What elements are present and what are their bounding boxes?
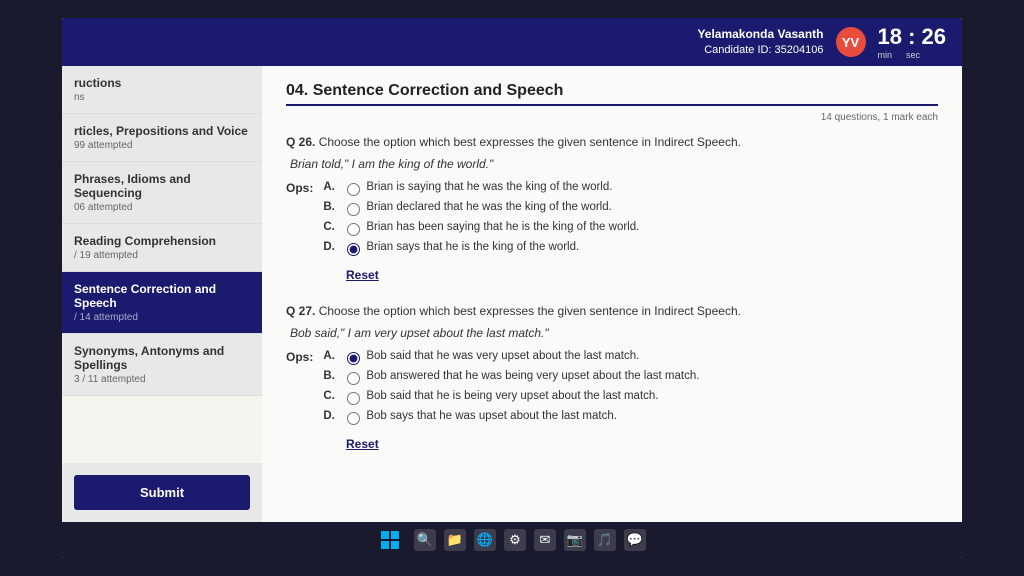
sidebar-item-meta: 06 attempted <box>74 202 250 213</box>
sidebar-item-articles[interactable]: rticles, Prepositions and Voice 99 attem… <box>62 114 262 162</box>
question-27-header: Q 27. Choose the option which best expre… <box>286 304 938 318</box>
mail-icon[interactable]: ✉ <box>534 529 556 551</box>
timer: 18 : 26 min sec <box>878 24 947 60</box>
sec-label: sec <box>906 50 920 60</box>
sidebar-item-title: ructions <box>74 76 250 90</box>
candidate-id: Candidate ID: 35204106 <box>697 43 823 58</box>
ops-row-27: Ops: A. Bob said that he was very upset … <box>286 350 938 425</box>
sidebar-wrapper: ructions ns rticles, Prepositions and Vo… <box>62 66 262 522</box>
option-27-a: A. Bob said that he was very upset about… <box>323 350 699 365</box>
timer-labels: min sec <box>878 50 947 60</box>
option-26-c-text: Brian has been saying that he is the kin… <box>366 221 639 233</box>
timer-display: 18 : 26 <box>878 24 947 50</box>
sidebar-item-meta: ns <box>74 92 250 103</box>
reset-button-27[interactable]: Reset <box>346 437 379 451</box>
sidebar-item-synonyms[interactable]: Synonyms, Antonyms and Spellings 3 / 11 … <box>62 334 262 396</box>
browser-icon[interactable]: 🌐 <box>474 529 496 551</box>
options-26: A. Brian is saying that he was the king … <box>323 181 639 256</box>
sidebar-item-meta: 3 / 11 attempted <box>74 374 250 385</box>
option-26-a-radio[interactable] <box>347 183 360 196</box>
option-27-b-radio[interactable] <box>347 372 360 385</box>
sidebar-item-title: rticles, Prepositions and Voice <box>74 124 250 138</box>
main-content: ructions ns rticles, Prepositions and Vo… <box>62 66 962 522</box>
windows-logo-icon[interactable] <box>378 528 402 552</box>
min-label: min <box>878 50 893 60</box>
option-letter: D. <box>323 241 341 253</box>
option-27-d-radio[interactable] <box>347 412 360 425</box>
section-title: 04. Sentence Correction and Speech <box>286 82 938 106</box>
user-name: Yelamakonda Vasanth <box>697 26 823 43</box>
question-26-header: Q 26. Choose the option which best expre… <box>286 135 938 149</box>
option-letter: B. <box>323 370 341 382</box>
top-bar: Yelamakonda Vasanth Candidate ID: 352041… <box>62 18 962 66</box>
ops-label-27: Ops: <box>286 350 313 364</box>
option-26-a-text: Brian is saying that he was the king of … <box>366 181 612 193</box>
ops-label-26: Ops: <box>286 181 313 195</box>
question-27-instruction: Choose the option which best expresses t… <box>319 304 741 318</box>
option-26-b-text: Brian declared that he was the king of t… <box>366 201 611 213</box>
option-27-b-text: Bob answered that he was being very upse… <box>366 370 699 382</box>
option-26-c-radio[interactable] <box>347 223 360 236</box>
content-area: 04. Sentence Correction and Speech 14 qu… <box>262 66 962 522</box>
option-letter: C. <box>323 390 341 402</box>
option-27-d-text: Bob says that he was upset about the las… <box>366 410 617 422</box>
sidebar-item-title: Phrases, Idioms and Sequencing <box>74 172 250 200</box>
section-meta: 14 questions, 1 mark each <box>286 112 938 123</box>
option-26-d-text: Brian says that he is the king of the wo… <box>366 241 579 253</box>
sidebar-item-title: Reading Comprehension <box>74 234 250 248</box>
question-27-number: Q 27. <box>286 304 315 318</box>
app-icon-3[interactable]: 💬 <box>624 529 646 551</box>
user-info: Yelamakonda Vasanth Candidate ID: 352041… <box>697 26 823 58</box>
settings-icon[interactable]: ⚙ <box>504 529 526 551</box>
option-letter: A. <box>323 350 341 362</box>
option-26-d-radio[interactable] <box>347 243 360 256</box>
sidebar-item-meta: / 14 attempted <box>74 312 250 323</box>
sidebar-item-phrases[interactable]: Phrases, Idioms and Sequencing 06 attemp… <box>62 162 262 224</box>
option-26-d: D. Brian says that he is the king of the… <box>323 241 639 256</box>
app-icon-1[interactable]: 📷 <box>564 529 586 551</box>
sidebar-item-title: Synonyms, Antonyms and Spellings <box>74 344 250 372</box>
option-letter: C. <box>323 221 341 233</box>
sidebar-item-instructions[interactable]: ructions ns <box>62 66 262 114</box>
app-icon-2[interactable]: 🎵 <box>594 529 616 551</box>
option-27-a-text: Bob said that he was very upset about th… <box>366 350 639 362</box>
question-26-instruction: Choose the option which best expresses t… <box>319 135 741 149</box>
sidebar: ructions ns rticles, Prepositions and Vo… <box>62 66 262 396</box>
submit-btn-container: Submit <box>62 463 262 522</box>
option-27-c-radio[interactable] <box>347 392 360 405</box>
option-26-a: A. Brian is saying that he was the king … <box>323 181 639 196</box>
option-letter: D. <box>323 410 341 422</box>
sidebar-item-meta: / 19 attempted <box>74 250 250 261</box>
search-icon[interactable]: 🔍 <box>414 529 436 551</box>
option-27-c-text: Bob said that he is being very upset abo… <box>366 390 658 402</box>
option-27-a-radio[interactable] <box>347 352 360 365</box>
sidebar-item-title: Sentence Correction and Speech <box>74 282 250 310</box>
sidebar-item-reading[interactable]: Reading Comprehension / 19 attempted <box>62 224 262 272</box>
file-manager-icon[interactable]: 📁 <box>444 529 466 551</box>
option-26-b: B. Brian declared that he was the king o… <box>323 201 639 216</box>
question-26: Q 26. Choose the option which best expre… <box>286 135 938 284</box>
reset-button-26[interactable]: Reset <box>346 268 379 282</box>
option-27-b: B. Bob answered that he was being very u… <box>323 370 699 385</box>
option-26-c: C. Brian has been saying that he is the … <box>323 221 639 236</box>
option-27-c: C. Bob said that he is being very upset … <box>323 390 699 405</box>
option-letter: B. <box>323 201 341 213</box>
question-27-text: Bob said," I am very upset about the las… <box>286 326 938 340</box>
sidebar-item-sentence-correction[interactable]: Sentence Correction and Speech / 14 atte… <box>62 272 262 334</box>
options-27: A. Bob said that he was very upset about… <box>323 350 699 425</box>
sidebar-item-meta: 99 attempted <box>74 140 250 151</box>
taskbar: 🔍 📁 🌐 ⚙ ✉ 📷 🎵 💬 <box>62 522 962 558</box>
question-26-number: Q 26. <box>286 135 315 149</box>
option-letter: A. <box>323 181 341 193</box>
submit-button[interactable]: Submit <box>74 475 250 510</box>
question-26-text: Brian told," I am the king of the world.… <box>286 157 938 171</box>
option-27-d: D. Bob says that he was upset about the … <box>323 410 699 425</box>
ops-row-26: Ops: A. Brian is saying that he was the … <box>286 181 938 256</box>
question-27: Q 27. Choose the option which best expre… <box>286 304 938 453</box>
option-26-b-radio[interactable] <box>347 203 360 216</box>
avatar: YV <box>836 27 866 57</box>
